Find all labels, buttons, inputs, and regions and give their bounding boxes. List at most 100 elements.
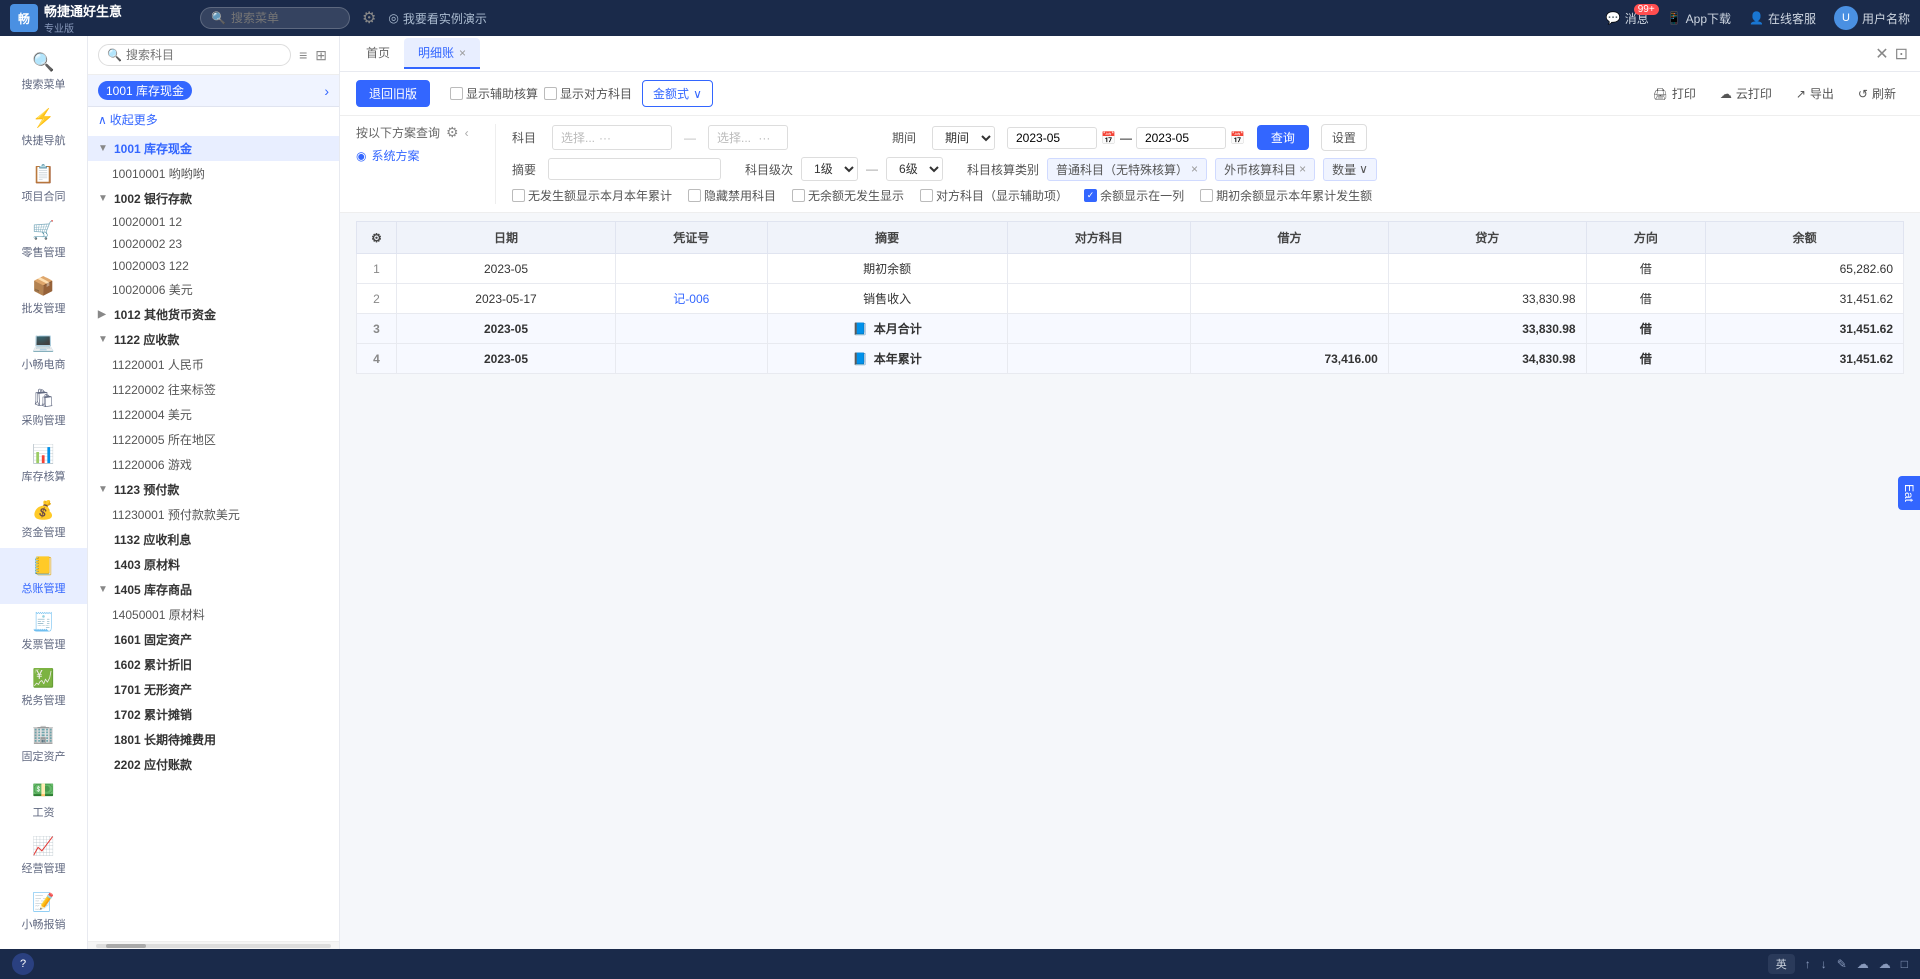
period-type-select[interactable]: 期间 — [932, 126, 995, 150]
tree-item-11220005[interactable]: 11220005 所在地区 — [88, 427, 339, 452]
summary-input[interactable] — [548, 158, 721, 180]
tab-home[interactable]: 首页 — [352, 38, 404, 69]
query-settings-icon[interactable]: ⚙ — [446, 124, 459, 141]
list-view-button[interactable]: ≡ — [297, 45, 309, 66]
tree-item-1403[interactable]: 1403 原材料 — [88, 552, 339, 577]
tree-item-1602[interactable]: 1602 累计折旧 — [88, 652, 339, 677]
no-amount-check[interactable]: 无发生额显示本月本年累计 — [512, 187, 672, 204]
tree-item-11220004[interactable]: 11220004 美元 — [88, 402, 339, 427]
sidebar-item-contract[interactable]: 📋 项目合同 — [0, 156, 87, 212]
filter-tag-close-ordinary[interactable]: × — [1191, 162, 1198, 176]
sidebar-item-ecommerce[interactable]: 💻 小畅电商 — [0, 324, 87, 380]
tree-item-11230001[interactable]: 11230001 预付款款美元 — [88, 502, 339, 527]
sidebar-item-assets[interactable]: 🏢 固定资产 — [0, 716, 87, 772]
tree-item-1702[interactable]: 1702 累计摊销 — [88, 702, 339, 727]
show-assist-check[interactable]: 显示辅助核算 — [450, 85, 538, 102]
sidebar-item-invoice[interactable]: 🧾 发票管理 — [0, 604, 87, 660]
show-opposite-check[interactable]: 显示对方科目 — [544, 85, 632, 102]
online-service-item[interactable]: 👤 在线客服 — [1749, 10, 1816, 27]
search-input[interactable] — [231, 11, 341, 25]
tab-close-icon[interactable]: × — [459, 46, 466, 60]
tree-item-1001[interactable]: ▼ 1001 库存现金 — [88, 136, 339, 161]
sidebar-item-management[interactable]: 📈 经营管理 — [0, 828, 87, 884]
expand-view-button[interactable]: ⊞ — [313, 45, 329, 66]
subject-input[interactable]: 选择... ··· — [552, 125, 672, 150]
message-icon-item[interactable]: 💬 消息 99+ — [1606, 10, 1649, 27]
query-collapse-icon[interactable]: ‹ — [465, 126, 469, 140]
expand-toggle-btn[interactable]: ∧ 收起更多 — [88, 107, 339, 132]
period-end-calendar-icon[interactable]: 📅 — [1230, 131, 1245, 145]
subject-end-input[interactable]: 选择... ··· — [708, 125, 788, 150]
query-button[interactable]: 查询 — [1257, 125, 1309, 150]
sidebar-item-inventory[interactable]: 📊 库存核算 — [0, 436, 87, 492]
tree-item-10010001[interactable]: 10010001 哟哟哟 — [88, 161, 339, 186]
show-opposite-checkbox[interactable] — [544, 87, 557, 100]
bottom-icon-2[interactable]: ↓ — [1821, 957, 1827, 971]
demo-link[interactable]: ◎ 我要看实例演示 — [388, 10, 487, 27]
user-avatar[interactable]: U 用户名称 — [1834, 6, 1910, 30]
sidebar-item-purchase[interactable]: 🛍 采购管理 — [0, 380, 87, 436]
top-search[interactable]: 🔍 — [200, 7, 350, 29]
filter-tag-quantity[interactable]: 数量 ∨ — [1323, 158, 1377, 181]
bottom-icon-1[interactable]: ↑ — [1805, 957, 1811, 971]
tree-item-1405[interactable]: ▼ 1405 库存商品 — [88, 577, 339, 602]
sidebar-item-ledger[interactable]: 📒 总账管理 — [0, 548, 87, 604]
period-calendar-icon[interactable]: 📅 — [1101, 131, 1116, 145]
tree-item-10020001[interactable]: 10020001 12 — [88, 211, 339, 233]
subject-level-start-select[interactable]: 1级 — [801, 157, 858, 181]
opening-balance-check[interactable]: 期初余额显示本年累计发生额 — [1200, 187, 1372, 204]
col-settings[interactable]: ⚙ — [357, 222, 397, 254]
bottom-icon-4[interactable]: ☁ — [1857, 957, 1869, 971]
tree-item-10020002[interactable]: 10020002 23 — [88, 233, 339, 255]
export-button[interactable]: ↗ 导出 — [1788, 82, 1842, 105]
account-search[interactable]: 🔍 — [98, 44, 291, 66]
tree-item-10020003[interactable]: 10020003 122 — [88, 255, 339, 277]
cloud-print-button[interactable]: ☁ 云打印 — [1712, 82, 1780, 105]
tree-item-1601[interactable]: 1601 固定资产 — [88, 627, 339, 652]
tree-item-1701[interactable]: 1701 无形资产 — [88, 677, 339, 702]
system-plan-btn[interactable]: ◉ 系统方案 — [356, 147, 483, 164]
period-end-input[interactable] — [1136, 127, 1226, 149]
show-assist-checkbox[interactable] — [450, 87, 463, 100]
app-download-item[interactable]: 📱 App下载 — [1667, 10, 1731, 27]
right-side-indicator[interactable]: Eat — [1898, 475, 1920, 509]
format-button[interactable]: 金额式 ∨ — [642, 80, 713, 107]
tree-item-1123[interactable]: ▼ 1123 预付款 — [88, 477, 339, 502]
tree-item-11220001[interactable]: 11220001 人民币 — [88, 352, 339, 377]
row-voucher[interactable]: 记-006 — [616, 284, 768, 314]
tree-item-1801[interactable]: 1801 长期待摊费用 — [88, 727, 339, 752]
print-button[interactable]: 🖨 打印 — [1645, 82, 1704, 105]
tree-item-11220006[interactable]: 11220006 游戏 — [88, 452, 339, 477]
settings-icon[interactable]: ⚙ — [362, 8, 376, 28]
balance-one-column-check[interactable]: ✓ 余额显示在一列 — [1084, 187, 1184, 204]
sidebar-item-basic-info[interactable]: ℹ 基础信息 — [0, 940, 87, 949]
subject-level-end-select[interactable]: 6级 — [886, 157, 943, 181]
tree-item-10020006[interactable]: 10020006 美元 — [88, 277, 339, 302]
tree-item-2202[interactable]: 2202 应付账款 — [88, 752, 339, 777]
tree-item-1122[interactable]: ▼ 1122 应收款 — [88, 327, 339, 352]
sidebar-item-wholesale[interactable]: 📦 批发管理 — [0, 268, 87, 324]
quantity-dropdown-icon[interactable]: ∨ — [1359, 162, 1368, 176]
tree-item-1002[interactable]: ▼ 1002 银行存款 — [88, 186, 339, 211]
sidebar-item-tax[interactable]: 💹 税务管理 — [0, 660, 87, 716]
bottom-icon-3[interactable]: ✎ — [1837, 957, 1847, 971]
refresh-button[interactable]: ↺ 刷新 — [1850, 82, 1904, 105]
tree-scrollbar[interactable] — [88, 941, 339, 949]
panel-expand-button[interactable]: ⊡ — [1895, 44, 1908, 64]
tab-detail[interactable]: 明细账 × — [404, 38, 480, 69]
settings-button[interactable]: 设置 — [1321, 124, 1367, 151]
tree-item-14050001[interactable]: 14050001 原材料 — [88, 602, 339, 627]
bottom-icon-6[interactable]: □ — [1901, 957, 1908, 971]
hide-disabled-check[interactable]: 隐藏禁用科目 — [688, 187, 776, 204]
panel-close-button[interactable]: ✕ — [1875, 44, 1888, 64]
account-arrow-icon[interactable]: › — [324, 83, 329, 99]
help-button[interactable]: ? — [12, 953, 34, 975]
period-start-input[interactable] — [1007, 127, 1097, 149]
lang-switch-btn[interactable]: 英 — [1768, 954, 1795, 974]
tree-item-1132[interactable]: 1132 应收利息 — [88, 527, 339, 552]
sidebar-item-expense[interactable]: 📝 小畅报销 — [0, 884, 87, 940]
sidebar-item-retail[interactable]: 🛒 零售管理 — [0, 212, 87, 268]
filter-tag-close-forex[interactable]: × — [1299, 162, 1306, 176]
back-to-old-btn[interactable]: 退回旧版 — [356, 80, 430, 107]
sidebar-item-nav[interactable]: ⚡ 快捷导航 — [0, 100, 87, 156]
